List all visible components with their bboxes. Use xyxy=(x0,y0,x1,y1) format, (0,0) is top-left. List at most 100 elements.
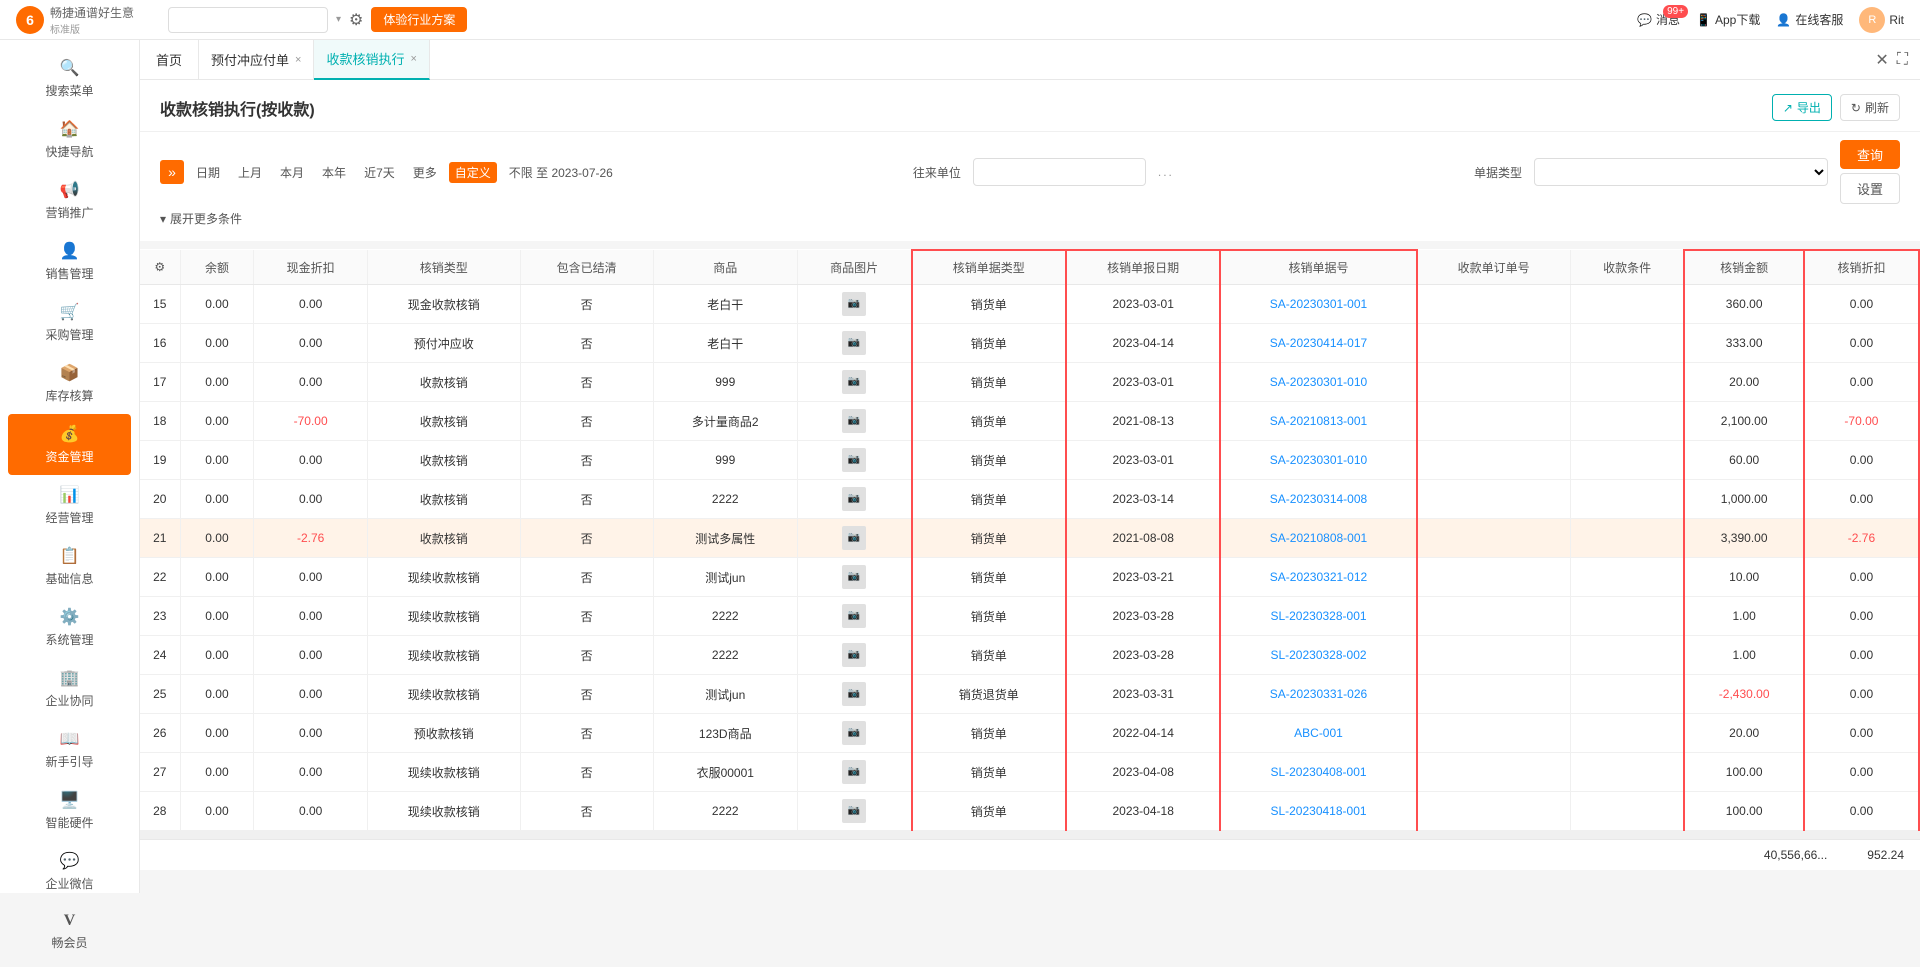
row-bill-no[interactable]: SA-20210813-001 xyxy=(1220,402,1416,441)
tab-collection-verify[interactable]: 收款核销执行 × xyxy=(314,40,429,80)
date-7days[interactable]: 近7天 xyxy=(358,162,401,183)
col-verify-amount: 核销金额 xyxy=(1684,250,1803,285)
sidebar-item-sales[interactable]: 👤 销售管理 xyxy=(0,231,139,292)
bill-no-link[interactable]: SA-20230321-012 xyxy=(1270,570,1367,584)
row-verify-amount: 3,390.00 xyxy=(1684,519,1803,558)
notification-area[interactable]: 💬 消息 99+ xyxy=(1637,11,1680,28)
sidebar-item-corp[interactable]: 🏢 企业协同 xyxy=(0,658,139,719)
tab-label: 收款核销执行 xyxy=(326,49,404,68)
sidebar-item-finance[interactable]: 💰 资金管理 xyxy=(8,414,131,475)
row-bill-no[interactable]: SA-20210808-001 xyxy=(1220,519,1416,558)
bill-no-link[interactable]: SA-20230414-017 xyxy=(1270,336,1367,350)
row-bill-date: 2023-03-31 xyxy=(1066,675,1220,714)
bill-no-link[interactable]: SA-20230301-010 xyxy=(1270,375,1367,389)
bill-no-link[interactable]: SA-20230331-026 xyxy=(1270,687,1367,701)
row-bill-no[interactable]: SL-20230328-001 xyxy=(1220,597,1416,636)
col-balance: 余额 xyxy=(180,250,254,285)
maximize-icon[interactable]: ⛶ xyxy=(1897,51,1908,69)
sidebar-item-inventory[interactable]: 📦 库存核算 xyxy=(0,353,139,414)
date-more[interactable]: 更多 xyxy=(407,162,443,183)
row-collection-order xyxy=(1417,558,1571,597)
export-button[interactable]: ↗ 导出 xyxy=(1772,94,1832,121)
row-bill-no[interactable]: SL-20230408-001 xyxy=(1220,753,1416,792)
bill-no-link[interactable]: SL-20230418-001 xyxy=(1270,804,1366,818)
horizontal-scrollbar[interactable] xyxy=(140,831,1920,839)
bill-no-link[interactable]: SA-20210808-001 xyxy=(1270,531,1367,545)
settings-button[interactable]: 设置 xyxy=(1840,173,1900,204)
row-goods: 2222 xyxy=(653,597,797,636)
app-download-link[interactable]: 📱 App下载 xyxy=(1696,11,1760,28)
row-bill-type: 销货单 xyxy=(912,363,1066,402)
logo-text: 畅捷通谱好生意 xyxy=(50,4,134,21)
online-support-link[interactable]: 👤 在线客服 xyxy=(1776,11,1843,28)
bill-no-link[interactable]: SA-20230301-001 xyxy=(1270,297,1367,311)
from-unit-input[interactable] xyxy=(973,158,1146,186)
row-bill-date: 2021-08-08 xyxy=(1066,519,1220,558)
sidebar-item-system[interactable]: ⚙️ 系统管理 xyxy=(0,597,139,658)
refresh-button[interactable]: ↻ 刷新 xyxy=(1840,94,1900,121)
sidebar-item-marketing[interactable]: 📢 营销推广 xyxy=(0,170,139,231)
chevron-down-icon: ▾ xyxy=(160,212,166,226)
row-balance: 0.00 xyxy=(180,519,254,558)
bill-no-link[interactable]: SL-20230328-002 xyxy=(1270,648,1366,662)
tab-close-active-icon[interactable]: × xyxy=(410,53,416,65)
sidebar-item-guide[interactable]: 📖 新手引导 xyxy=(0,719,139,780)
bill-no-link[interactable]: SA-20210813-001 xyxy=(1270,414,1367,428)
tab-prepay[interactable]: 预付冲应付单 × xyxy=(199,40,314,80)
sidebar-item-operation[interactable]: 📊 经营管理 xyxy=(0,475,139,536)
row-cash-discount: 0.00 xyxy=(254,441,367,480)
sidebar-item-search-menu[interactable]: 🔍 搜索菜单 xyxy=(0,48,139,109)
row-bill-no[interactable]: SA-20230301-010 xyxy=(1220,441,1416,480)
date-this-month[interactable]: 本月 xyxy=(274,162,310,183)
row-bill-no[interactable]: SA-20230314-008 xyxy=(1220,480,1416,519)
close-window-icon[interactable]: ✕ xyxy=(1875,50,1888,70)
page-content: 收款核销执行(按收款) ↗ 导出 ↻ 刷新 » 日期 xyxy=(140,80,1920,893)
user-name[interactable]: R Rit xyxy=(1859,7,1904,33)
row-bill-no[interactable]: SL-20230328-002 xyxy=(1220,636,1416,675)
row-goods-img: 📷 xyxy=(797,402,911,441)
row-no: 26 xyxy=(140,714,180,753)
row-bill-no[interactable]: SA-20230301-001 xyxy=(1220,285,1416,324)
date-last-month[interactable]: 上月 xyxy=(232,162,268,183)
col-include-settled: 包含已结清 xyxy=(520,250,653,285)
search-input[interactable] xyxy=(168,7,328,33)
row-bill-no[interactable]: SA-20230331-026 xyxy=(1220,675,1416,714)
date-custom[interactable]: 自定义 xyxy=(449,162,497,183)
sidebar-item-purchase[interactable]: 🛒 采购管理 xyxy=(0,292,139,353)
row-bill-no[interactable]: SA-20230301-010 xyxy=(1220,363,1416,402)
expand-more-btn[interactable]: ▾ 展开更多条件 xyxy=(160,210,1900,227)
bill-no-link[interactable]: SA-20230314-008 xyxy=(1270,492,1367,506)
industry-btn[interactable]: 体验行业方案 xyxy=(371,7,467,32)
bill-no-link[interactable]: ABC-001 xyxy=(1294,726,1343,740)
query-button[interactable]: 查询 xyxy=(1840,140,1900,169)
row-bill-no[interactable]: SA-20230414-017 xyxy=(1220,324,1416,363)
row-bill-no[interactable]: SA-20230321-012 xyxy=(1220,558,1416,597)
bill-no-link[interactable]: SA-20230301-010 xyxy=(1270,453,1367,467)
row-collection-order xyxy=(1417,792,1571,831)
date-this-year[interactable]: 本年 xyxy=(316,162,352,183)
bill-no-link[interactable]: SL-20230328-001 xyxy=(1270,609,1366,623)
row-balance: 0.00 xyxy=(180,285,254,324)
settings-icon[interactable]: ⚙ xyxy=(349,10,363,30)
row-bill-no[interactable]: SL-20230418-001 xyxy=(1220,792,1416,831)
sidebar-item-vip[interactable]: V 畅会员 xyxy=(0,902,139,967)
row-bill-no[interactable]: ABC-001 xyxy=(1220,714,1416,753)
sidebar-item-label: 企业协同 xyxy=(45,692,93,709)
sidebar-item-quick-nav[interactable]: 🏠 快捷导航 xyxy=(0,109,139,170)
row-balance: 0.00 xyxy=(180,363,254,402)
sidebar-item-hardware[interactable]: 🖥️ 智能硬件 xyxy=(0,780,139,841)
bill-type-select[interactable] xyxy=(1534,158,1828,186)
row-verify-type: 预付冲应收 xyxy=(367,324,520,363)
sidebar-item-label: 资金管理 xyxy=(45,448,93,465)
page-title: 收款核销执行(按收款) xyxy=(160,96,315,120)
col-gear[interactable]: ⚙ xyxy=(140,250,180,285)
row-bill-type: 销货单 xyxy=(912,480,1066,519)
bill-no-link[interactable]: SL-20230408-001 xyxy=(1270,765,1366,779)
tab-home[interactable]: 首页 xyxy=(140,40,199,80)
tab-close-icon[interactable]: × xyxy=(295,54,301,66)
row-verify-type: 现续收款核销 xyxy=(367,558,520,597)
filter-area: » 日期 上月 本月 本年 近7天 更多 自定义 不限 至 2023-07-26 xyxy=(140,131,1920,241)
col-bill-date: 核销单报日期 xyxy=(1066,250,1220,285)
sidebar-item-basic-info[interactable]: 📋 基础信息 xyxy=(0,536,139,597)
collapse-arrow[interactable]: » xyxy=(160,160,184,184)
